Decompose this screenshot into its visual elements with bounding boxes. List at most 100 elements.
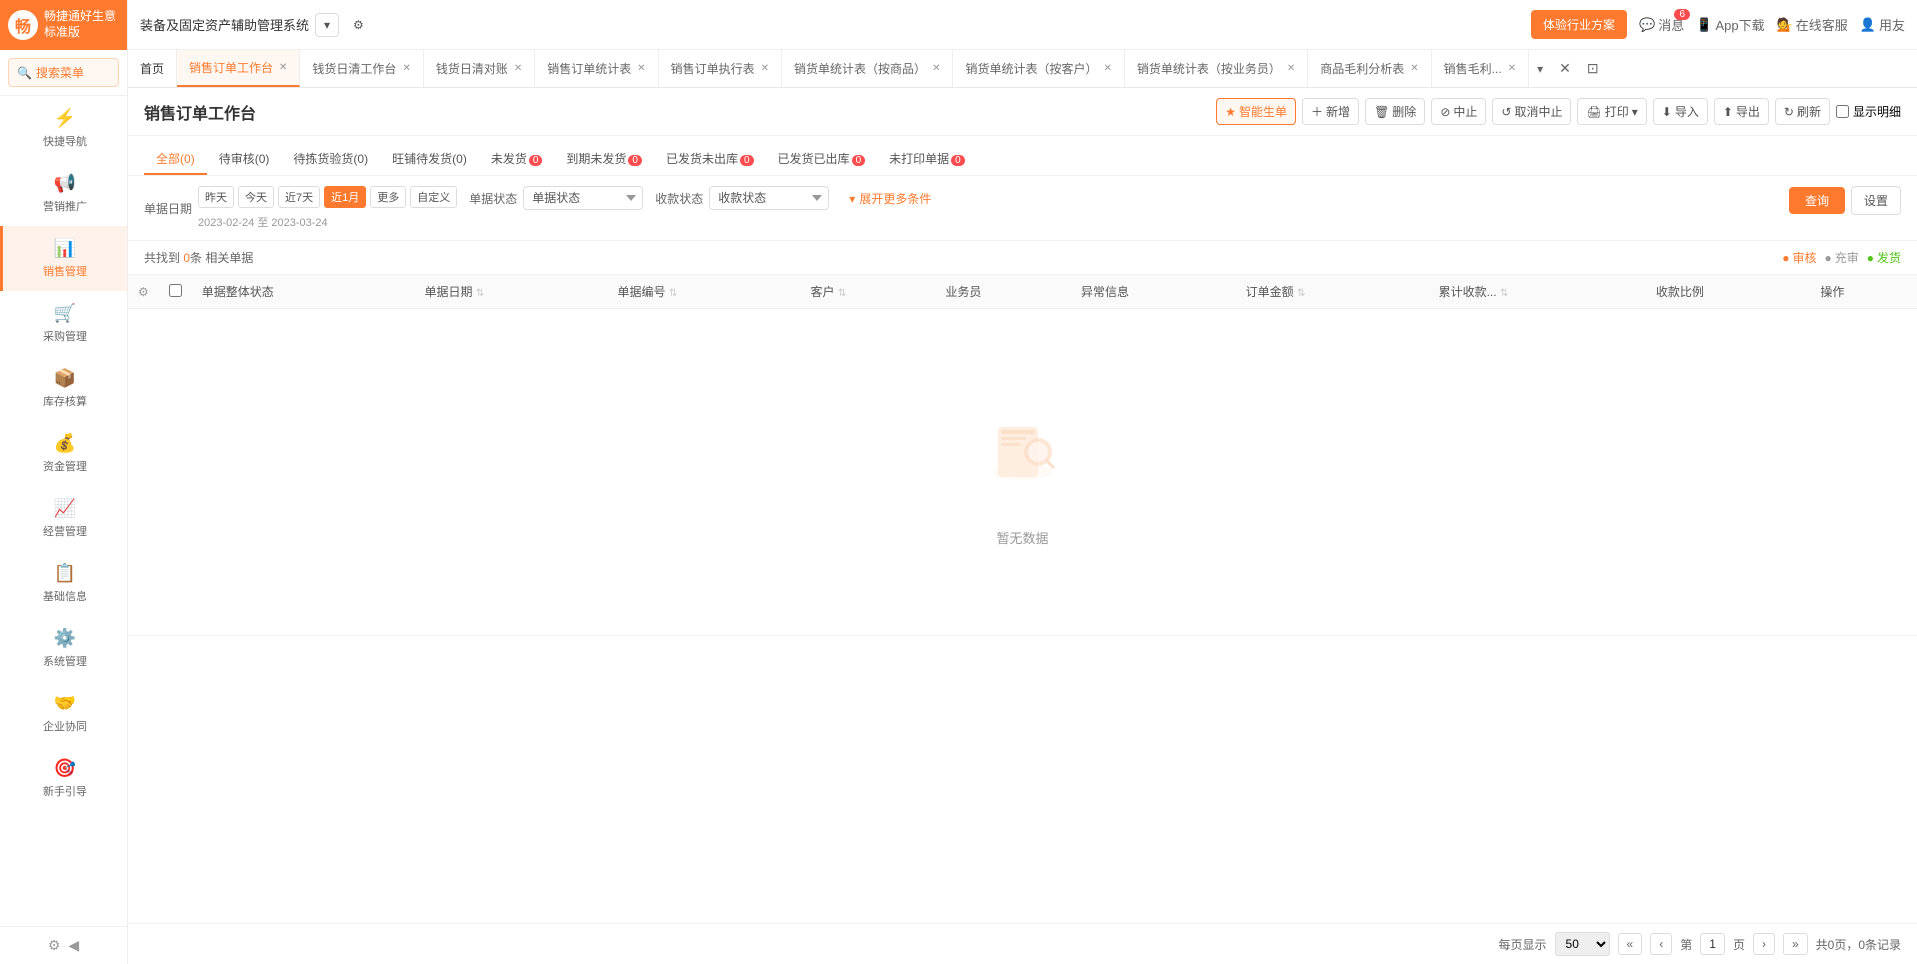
tab-cash-reconcile[interactable]: 钱货日清对账 ✕ xyxy=(424,50,535,87)
tab-gross-profit[interactable]: 商品毛利分析表 ✕ xyxy=(1308,50,1431,87)
sub-tabs: 全部(0) 待审核(0) 待拣货验货(0) 旺铺待发货(0) 未发货0 到期未发… xyxy=(128,136,1917,176)
sub-tab-pending-audit[interactable]: 待审核(0) xyxy=(207,144,282,175)
date-yesterday-btn[interactable]: 昨天 xyxy=(198,186,234,208)
tab-expand-btn[interactable]: ⊡ xyxy=(1579,60,1607,77)
sub-tab-expired[interactable]: 到期未发货0 xyxy=(554,144,654,175)
smart-create-button[interactable]: ★ 智能生单 xyxy=(1216,98,1296,125)
add-button[interactable]: ＋ 新增 xyxy=(1302,98,1359,125)
sidebar-item-sales[interactable]: 📊 销售管理 xyxy=(0,226,127,291)
select-all-checkbox[interactable] xyxy=(169,284,182,297)
date-more-btn[interactable]: 更多 xyxy=(370,186,406,208)
refresh-button[interactable]: ↻ 刷新 xyxy=(1775,98,1830,125)
user-button[interactable]: 👤 用友 xyxy=(1860,15,1905,34)
system-title-dropdown[interactable]: ▾ xyxy=(315,13,339,37)
col-date[interactable]: 单据日期 ⇅ xyxy=(414,275,607,309)
sidebar-item-inventory[interactable]: 📦 库存核算 xyxy=(0,356,127,421)
next-page-btn[interactable]: › xyxy=(1753,933,1775,955)
tab-cash-daily[interactable]: 钱货日清工作台 ✕ xyxy=(300,50,423,87)
sidebar-item-enterprise[interactable]: 🤝 企业协同 xyxy=(0,681,127,746)
col-checkbox[interactable] xyxy=(159,275,192,309)
col-number[interactable]: 单据编号 ⇅ xyxy=(607,275,800,309)
tab-close-cash-reconcile[interactable]: ✕ xyxy=(514,63,522,74)
ship-action-btn[interactable]: ● 发货 xyxy=(1867,249,1901,266)
delete-button[interactable]: 🗑 删除 xyxy=(1365,98,1425,125)
tab-home[interactable]: 首页 xyxy=(128,50,177,87)
show-detail-checkbox[interactable] xyxy=(1836,105,1849,118)
sub-tab-wangpu[interactable]: 旺铺待发货(0) xyxy=(380,144,479,175)
tab-close-sales-exec[interactable]: ✕ xyxy=(761,63,769,74)
query-button[interactable]: 查询 xyxy=(1789,187,1845,214)
sidebar-item-newbie[interactable]: 🎯 新手引导 xyxy=(0,746,127,811)
payment-select[interactable]: 收款状态 xyxy=(709,186,829,210)
tab-sales-exec[interactable]: 销售订单执行表 ✕ xyxy=(659,50,782,87)
shipped-not-stored-badge: 0 xyxy=(740,155,754,166)
app-download-button[interactable]: 📱 App下载 xyxy=(1696,15,1764,34)
prev-page-btn[interactable]: ‹ xyxy=(1650,933,1672,955)
sub-tab-pending-inspect[interactable]: 待拣货验货(0) xyxy=(281,144,380,175)
first-page-btn[interactable]: « xyxy=(1618,933,1643,955)
settings-button[interactable]: ⚙ xyxy=(48,937,61,954)
online-service-button[interactable]: 💁 在线客服 xyxy=(1777,15,1848,34)
tab-close-sales-more[interactable]: ✕ xyxy=(1508,63,1516,74)
collapse-button[interactable]: ◀ xyxy=(68,937,79,954)
audit-action-btn[interactable]: ● 审核 xyxy=(1782,249,1816,266)
tab-close-cash-daily[interactable]: ✕ xyxy=(402,63,410,74)
tab-sales-more[interactable]: 销售毛利... ✕ xyxy=(1432,50,1529,87)
tab-close-sales-stat-product[interactable]: ✕ xyxy=(932,63,940,74)
sidebar-item-quick-nav[interactable]: ⚡ 快捷导航 xyxy=(0,96,127,161)
void-action-btn[interactable]: ● 充审 xyxy=(1824,249,1858,266)
sub-tab-shipped-stored[interactable]: 已发货已出库0 xyxy=(766,144,878,175)
col-collected[interactable]: 累计收款... ⇅ xyxy=(1429,275,1646,309)
tab-sales-stat[interactable]: 销售订单统计表 ✕ xyxy=(535,50,658,87)
per-page-select[interactable]: 50 20 100 xyxy=(1555,932,1610,956)
sidebar-item-finance[interactable]: 💰 资金管理 xyxy=(0,421,127,486)
sub-tab-shipped-not-stored[interactable]: 已发货未出库0 xyxy=(654,144,766,175)
set-button[interactable]: 设置 xyxy=(1851,186,1901,215)
status-select[interactable]: 单据状态 xyxy=(523,186,643,210)
table-header: ⚙ 单据整体状态 单据日期 ⇅ 单据编号 xyxy=(128,275,1917,309)
show-detail-label[interactable]: 显示明细 xyxy=(1836,103,1901,120)
tab-close-sales-stat-staff[interactable]: ✕ xyxy=(1287,63,1295,74)
tab-sales-workbench[interactable]: 销售订单工作台 ✕ xyxy=(177,50,300,87)
sub-tab-all[interactable]: 全部(0) xyxy=(144,144,207,175)
date-1month-btn[interactable]: 近1月 xyxy=(324,186,366,208)
cancel-stop-button[interactable]: ↺ 取消中止 xyxy=(1492,98,1571,125)
date-today-btn[interactable]: 今天 xyxy=(238,186,274,208)
expand-more-btn[interactable]: ▾ 展开更多条件 xyxy=(841,186,939,211)
date-custom-btn[interactable]: 自定义 xyxy=(410,186,457,208)
tab-close-sales-stat-customer[interactable]: ✕ xyxy=(1103,63,1111,74)
sidebar-search[interactable]: 🔍 搜索菜单 xyxy=(0,50,127,96)
tab-sales-stat-customer[interactable]: 销货单统计表（按客户） ✕ xyxy=(953,50,1124,87)
tab-sales-stat-staff[interactable]: 销货单统计表（按业务员） ✕ xyxy=(1125,50,1308,87)
sidebar-item-system[interactable]: ⚙️ 系统管理 xyxy=(0,616,127,681)
status-filter-group: 单据状态 单据状态 xyxy=(469,186,643,210)
date-options: 昨天 今天 近7天 近1月 更多 自定义 2023-02-24 至 2023-0… xyxy=(198,186,457,230)
settings-gear-button[interactable]: ⚙ xyxy=(345,14,372,36)
search-menu-button[interactable]: 🔍 搜索菜单 xyxy=(8,58,119,87)
tab-overflow-btn[interactable]: ▾ xyxy=(1529,62,1551,76)
col-amount[interactable]: 订单金额 ⇅ xyxy=(1236,275,1429,309)
sub-tab-not-printed[interactable]: 未打印单据0 xyxy=(877,144,977,175)
sidebar-item-marketing[interactable]: 📢 营销推广 xyxy=(0,161,127,226)
sidebar-item-operations[interactable]: 📈 经营管理 xyxy=(0,486,127,551)
last-page-btn[interactable]: » xyxy=(1783,933,1808,955)
tab-close-sales-stat[interactable]: ✕ xyxy=(637,63,645,74)
export-button[interactable]: ⬆ 导出 xyxy=(1714,98,1769,125)
import-button[interactable]: ⬇ 导入 xyxy=(1653,98,1708,125)
col-customer[interactable]: 客户 ⇅ xyxy=(800,275,935,309)
tab-close-sales-workbench[interactable]: ✕ xyxy=(279,62,287,73)
message-button[interactable]: 💬 消息 6 xyxy=(1639,15,1684,34)
col-settings[interactable]: ⚙ xyxy=(128,275,159,309)
industry-btn[interactable]: 体验行业方案 xyxy=(1531,10,1627,39)
tab-close-gross-profit[interactable]: ✕ xyxy=(1410,63,1418,74)
payment-filter-group: 收款状态 收款状态 xyxy=(655,186,829,210)
print-button[interactable]: 🖨 打印 ▾ xyxy=(1577,98,1646,125)
sub-tab-not-shipped[interactable]: 未发货0 xyxy=(479,144,555,175)
tab-sales-stat-product[interactable]: 销货单统计表（按商品） ✕ xyxy=(782,50,953,87)
not-shipped-badge: 0 xyxy=(529,155,543,166)
stop-button[interactable]: ⊘ 中止 xyxy=(1431,98,1486,125)
date-7days-btn[interactable]: 近7天 xyxy=(278,186,320,208)
sidebar-item-basic-info[interactable]: 📋 基础信息 xyxy=(0,551,127,616)
sidebar-item-purchase[interactable]: 🛒 采购管理 xyxy=(0,291,127,356)
tab-close-all-btn[interactable]: ✕ xyxy=(1551,60,1579,77)
